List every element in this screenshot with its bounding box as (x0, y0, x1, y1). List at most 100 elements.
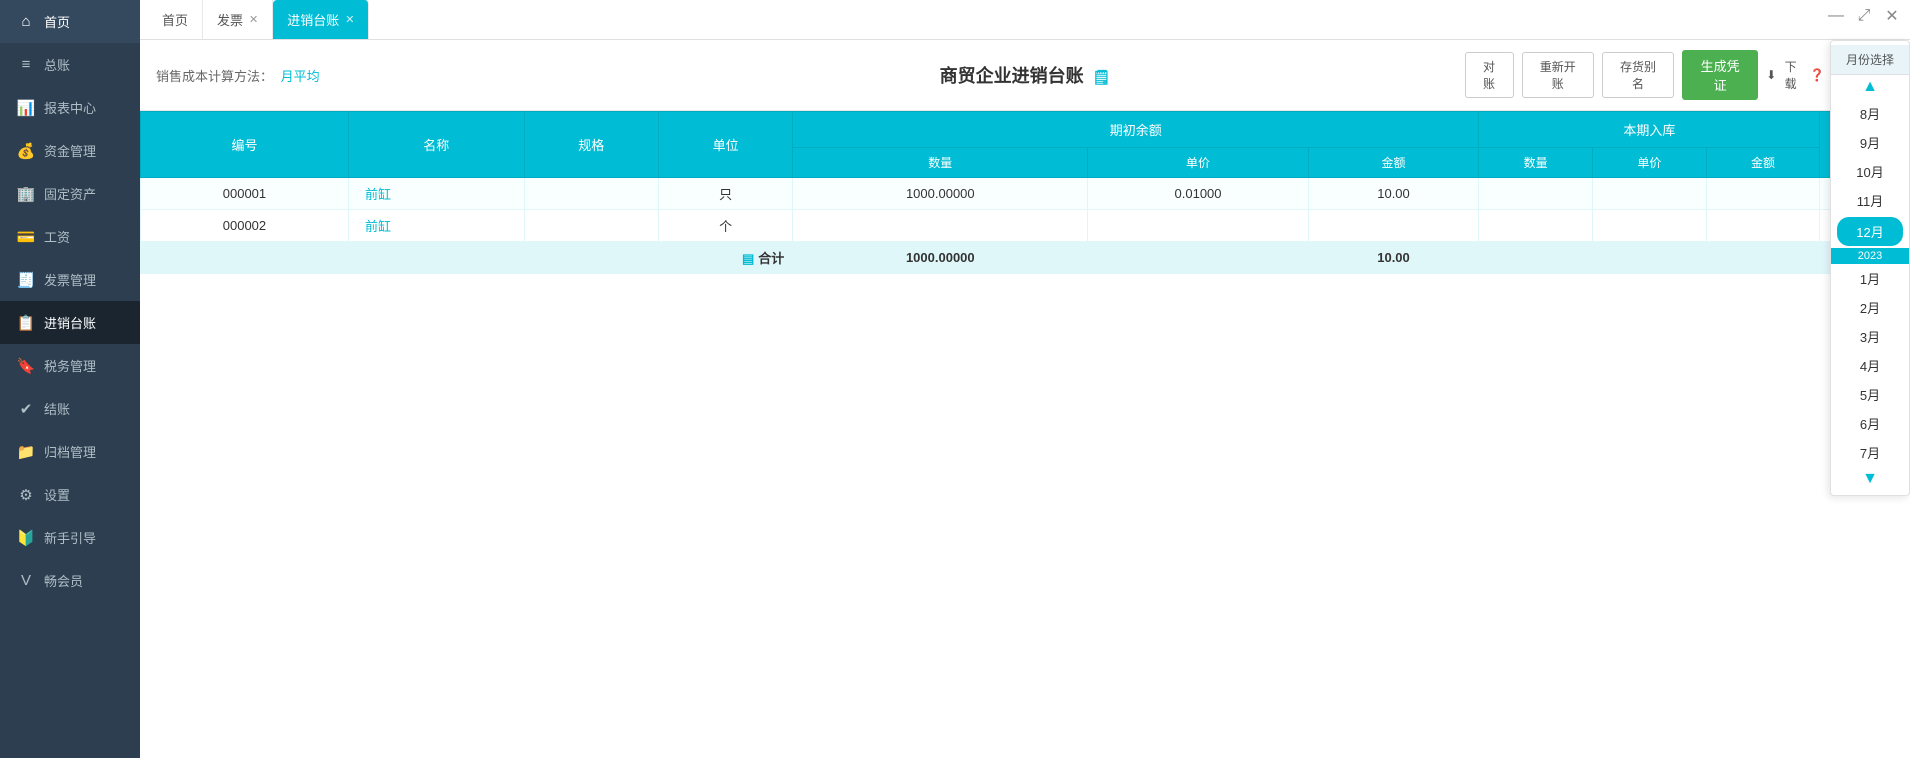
inventory-icon: 📋 (16, 314, 36, 332)
sidebar-item-ledger[interactable]: ≡ 总账 (0, 43, 140, 86)
col-in-amount: 金额 (1706, 148, 1820, 178)
cell-opening-qty (793, 210, 1088, 242)
cell-in-amount (1706, 178, 1820, 210)
month-item-2023-5[interactable]: 5月 (1831, 380, 1909, 409)
tab-inventory-close[interactable]: ✕ (345, 13, 354, 26)
sidebar-item-assets[interactable]: 🏢 固定资产 (0, 172, 140, 215)
sidebar-item-invoice-mgmt[interactable]: 🧾 发票管理 (0, 258, 140, 301)
reopen-button[interactable]: 重新开账 (1522, 52, 1594, 98)
month-item-11[interactable]: 11月 (1831, 186, 1909, 215)
sidebar-item-inventory[interactable]: 📋 进销台账 (0, 301, 140, 344)
cell-opening-price: 0.01000 (1088, 178, 1308, 210)
cell-name: 前缸 (348, 210, 524, 242)
archive-icon: 📁 (16, 443, 36, 461)
sidebar-item-home[interactable]: ⌂ 首页 (0, 0, 140, 43)
month-item-10[interactable]: 10月 (1831, 157, 1909, 186)
sidebar-item-settings[interactable]: ⚙ 设置 (0, 473, 140, 516)
settings-icon: ⚙ (16, 486, 36, 504)
sidebar: ⌂ 首页 ≡ 总账 📊 报表中心 💰 资金管理 🏢 固定资产 💳 工资 🧾 发票… (0, 0, 140, 758)
cell-code: 000001 (141, 178, 349, 210)
sidebar-label-inventory: 进销台账 (44, 313, 96, 332)
page-title: 商贸企业进销台账 🗒 (596, 62, 1455, 88)
sidebar-item-member[interactable]: V 畅会员 (0, 559, 140, 602)
col-unit: 单位 (658, 112, 792, 178)
col-opening-balance: 期初余额 (793, 112, 1479, 148)
col-in-price: 单价 (1592, 148, 1706, 178)
tab-bar: 首页 发票 ✕ 进销台账 ✕ (140, 0, 1910, 40)
cell-opening-qty: 1000.00000 (793, 178, 1088, 210)
funds-icon: 💰 (16, 142, 36, 160)
col-opening-price: 单价 (1088, 148, 1308, 178)
sidebar-label-assets: 固定资产 (44, 184, 96, 203)
generate-voucher-button[interactable]: 生成凭证 (1682, 50, 1758, 100)
month-scroll-up[interactable]: ▲ (1831, 75, 1909, 99)
sidebar-item-close[interactable]: ✔ 结账 (0, 387, 140, 430)
assets-icon: 🏢 (16, 185, 36, 203)
cell-opening-amount (1308, 210, 1479, 242)
cell-opening-price (1088, 210, 1308, 242)
total-opening-price (1088, 242, 1308, 274)
month-item-8[interactable]: 8月 (1831, 99, 1909, 128)
total-in-amount (1706, 242, 1820, 274)
save-alias-button[interactable]: 存货别名 (1602, 52, 1674, 98)
cell-in-qty (1479, 210, 1593, 242)
col-in-qty: 数量 (1479, 148, 1593, 178)
cell-code: 000002 (141, 210, 349, 242)
month-item-2023-7[interactable]: 7月 (1831, 438, 1909, 467)
sidebar-label-invoice-mgmt: 发票管理 (44, 270, 96, 289)
month-item-2023-4[interactable]: 4月 (1831, 351, 1909, 380)
sidebar-label-close: 结账 (44, 399, 70, 418)
tab-invoice-close[interactable]: ✕ (249, 13, 258, 26)
member-icon: V (16, 572, 36, 589)
sidebar-item-funds[interactable]: 💰 资金管理 (0, 129, 140, 172)
close-window-button[interactable]: ✕ (1882, 6, 1902, 26)
month-item-2023-1[interactable]: 1月 (1831, 264, 1909, 293)
month-panel-title: 月份选择 (1831, 45, 1909, 75)
cell-unit: 个 (658, 210, 792, 242)
table-icon: 🗒 (1093, 69, 1111, 85)
total-opening-qty: 1000.00000 (793, 242, 1088, 274)
sidebar-item-reports[interactable]: 📊 报表中心 (0, 86, 140, 129)
reports-icon: 📊 (16, 99, 36, 117)
month-panel: 月份选择 ▲ 8月 9月 10月 11月 12月 2023 1月 2月 3月 4… (1830, 40, 1910, 496)
cell-in-qty (1479, 178, 1593, 210)
table-row: 000002 前缸 个 (141, 210, 1910, 242)
ledger-icon: ≡ (16, 56, 36, 73)
sidebar-label-member: 畅会员 (44, 571, 83, 590)
col-code: 编号 (141, 112, 349, 178)
sidebar-label-settings: 设置 (44, 485, 70, 504)
minimize-button[interactable]: — (1826, 6, 1846, 26)
sidebar-label-home: 首页 (44, 12, 70, 31)
home-icon: ⌂ (16, 13, 36, 30)
sidebar-item-guide[interactable]: 🔰 新手引导 (0, 516, 140, 559)
table-row: 000001 前缸 只 1000.00000 0.01000 10.00 (141, 178, 1910, 210)
year-2023-label: 2023 (1831, 248, 1909, 264)
sidebar-label-guide: 新手引导 (44, 528, 96, 547)
download-button[interactable]: ⬇ 下载 (1766, 58, 1802, 92)
tab-inventory-label: 进销台账 (287, 10, 339, 29)
cell-spec (524, 210, 658, 242)
total-opening-amount: 10.00 (1308, 242, 1479, 274)
reconcile-button[interactable]: 对账 (1465, 52, 1514, 98)
maximize-button[interactable]: ⤢ (1854, 6, 1874, 26)
main-area: — ⤢ ✕ 首页 发票 ✕ 进销台账 ✕ 销售成本计算方法： 月平均 商贸企业进… (140, 0, 1910, 758)
month-item-2023-2[interactable]: 2月 (1831, 293, 1909, 322)
month-item-2023-3[interactable]: 3月 (1831, 322, 1909, 351)
page-toolbar: 销售成本计算方法： 月平均 商贸企业进销台账 🗒 对账 重新开账 存货别名 生成… (140, 40, 1910, 111)
sidebar-label-ledger: 总账 (44, 55, 70, 74)
tab-home[interactable]: 首页 (148, 0, 203, 39)
sidebar-item-archive[interactable]: 📁 归档管理 (0, 430, 140, 473)
month-scroll-down[interactable]: ▼ (1831, 467, 1909, 491)
sidebar-item-tax[interactable]: 🔖 税务管理 (0, 344, 140, 387)
month-item-2023-6[interactable]: 6月 (1831, 409, 1909, 438)
cost-method-info: 销售成本计算方法： 月平均 (156, 66, 586, 85)
sidebar-label-reports: 报表中心 (44, 98, 96, 117)
tab-inventory[interactable]: 进销台账 ✕ (273, 0, 369, 39)
month-item-12[interactable]: 12月 (1837, 217, 1903, 246)
total-label: ▤合计 (141, 242, 793, 274)
content-area: 销售成本计算方法： 月平均 商贸企业进销台账 🗒 对账 重新开账 存货别名 生成… (140, 40, 1910, 758)
month-item-9[interactable]: 9月 (1831, 128, 1909, 157)
inventory-table: 编号 名称 规格 单位 期初余额 本期入库 数 数量 单价 金额 数量 单价 (140, 111, 1910, 274)
tab-invoice[interactable]: 发票 ✕ (203, 0, 273, 39)
sidebar-item-salary[interactable]: 💳 工资 (0, 215, 140, 258)
